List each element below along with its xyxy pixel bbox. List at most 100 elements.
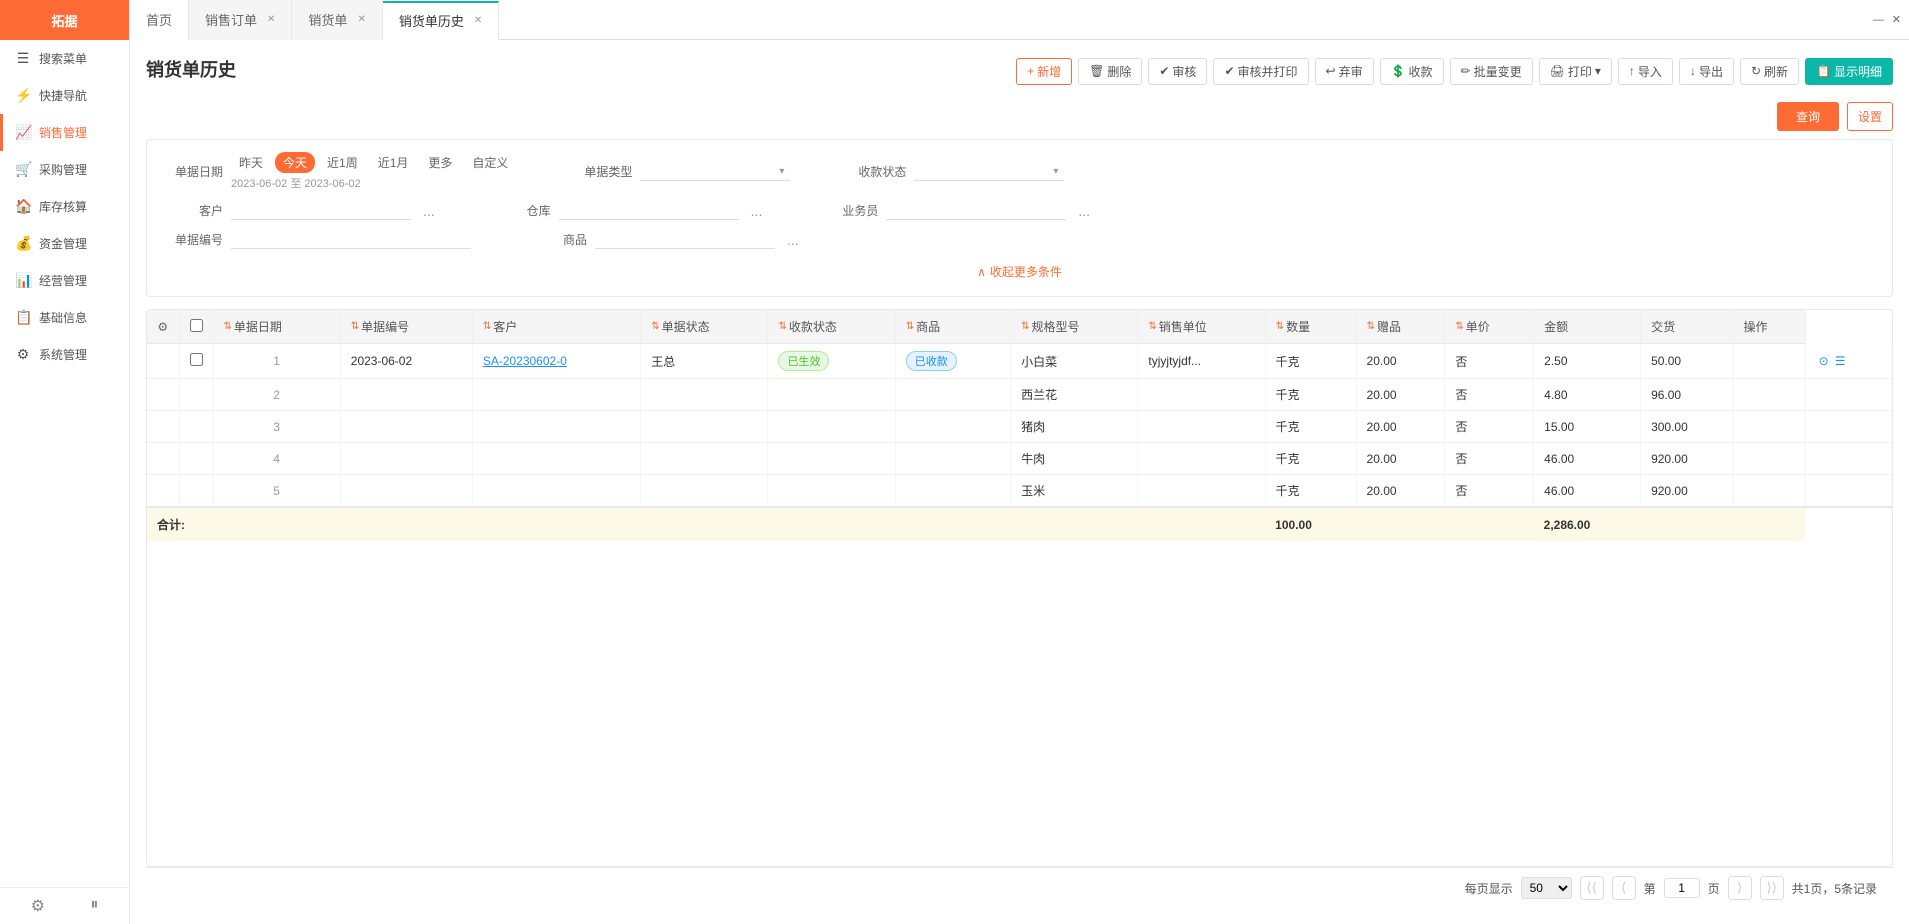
- print-button[interactable]: 🖨 打印 ▾: [1539, 58, 1612, 85]
- date-btn-more[interactable]: 更多: [420, 152, 460, 173]
- col-goods[interactable]: ⇅商品: [895, 310, 1010, 344]
- summary-end: [1641, 507, 1806, 541]
- staff-dots[interactable]: ...: [1078, 203, 1090, 219]
- sidebar-item-basic-info[interactable]: 📋 基础信息: [0, 299, 129, 336]
- col-unit-price[interactable]: ⇅单价: [1445, 310, 1534, 344]
- refresh-button[interactable]: ↻ 刷新: [1740, 58, 1799, 85]
- doc-type-select-wrapper: [640, 162, 790, 181]
- col-customer[interactable]: ⇅客户: [472, 310, 640, 344]
- row-checkbox: [179, 443, 213, 475]
- first-page-button[interactable]: ⟨⟨: [1580, 876, 1604, 900]
- batch-change-button[interactable]: ✏ 批量变更: [1450, 58, 1533, 85]
- sidebar-item-system-mgmt[interactable]: ⚙ 系统管理: [0, 336, 129, 373]
- filter-staff-item: 业务员 ...: [818, 201, 1090, 220]
- collect-button[interactable]: 💲 收款: [1380, 58, 1444, 85]
- sidebar-item-purchase-mgmt[interactable]: 🛒 采购管理: [0, 151, 129, 188]
- next-page-button[interactable]: ⟩: [1728, 876, 1752, 900]
- row-transaction: [1733, 379, 1805, 411]
- tab-home[interactable]: 首页: [130, 0, 189, 40]
- row-transaction: [1733, 344, 1805, 379]
- tab-sales-order[interactable]: 销售订单 ✕: [189, 0, 292, 40]
- row-spec: [1138, 411, 1265, 443]
- audit-print-button[interactable]: ✔ 审核并打印: [1213, 58, 1308, 85]
- import-button[interactable]: ↑ 导入: [1618, 58, 1673, 85]
- tab-sales-delivery-close[interactable]: ✕: [357, 14, 365, 25]
- date-btn-last7[interactable]: 近1周: [319, 152, 366, 173]
- row-spec: [1138, 443, 1265, 475]
- window-close-icon[interactable]: ✕: [1892, 13, 1901, 26]
- settings-button[interactable]: 设置: [1847, 102, 1893, 131]
- sidebar-item-sales-mgmt[interactable]: 📈 销售管理: [0, 114, 129, 151]
- customer-dots[interactable]: ...: [423, 203, 435, 219]
- warehouse-input[interactable]: [559, 201, 739, 220]
- date-btn-custom[interactable]: 自定义: [464, 152, 516, 173]
- tab-sales-history[interactable]: 销货单历史 ✕: [383, 1, 499, 41]
- tab-sales-history-close[interactable]: ✕: [474, 15, 482, 26]
- row-num: 3: [213, 411, 340, 443]
- basic-info-icon: 📋: [15, 309, 31, 326]
- view-action[interactable]: ⊙: [1819, 354, 1829, 368]
- table-footer: 合计: 100.00 2,286.00: [147, 507, 1892, 541]
- finance-mgmt-icon: 💰: [15, 235, 31, 252]
- last-page-button[interactable]: ⟩⟩: [1760, 876, 1784, 900]
- goods-input[interactable]: [595, 230, 775, 249]
- doc-no-link[interactable]: SA-20230602-0: [483, 354, 567, 368]
- row-sales-unit: 千克: [1265, 443, 1356, 475]
- abandon-button[interactable]: ↩ 弃审: [1315, 58, 1374, 85]
- select-all-checkbox[interactable]: [190, 319, 203, 332]
- query-button[interactable]: 查询: [1777, 102, 1839, 131]
- date-btn-today[interactable]: 今天: [275, 152, 315, 173]
- page-size-select[interactable]: 50 10 20 100: [1521, 877, 1572, 899]
- doc-type-select[interactable]: [640, 162, 790, 181]
- row-select-checkbox[interactable]: [190, 353, 203, 366]
- col-doc-date[interactable]: ⇅单据日期: [213, 310, 340, 344]
- customer-input[interactable]: [231, 201, 411, 220]
- prev-page-button[interactable]: ⟨: [1612, 876, 1636, 900]
- col-quantity[interactable]: ⇅数量: [1265, 310, 1356, 344]
- date-btn-last1m[interactable]: 近1月: [370, 152, 417, 173]
- col-collect-status[interactable]: ⇅收款状态: [768, 310, 895, 344]
- warehouse-dots[interactable]: ...: [751, 203, 763, 219]
- sidebar-item-inventory-calc[interactable]: 🏠 库存核算: [0, 188, 129, 225]
- col-gift[interactable]: ⇅赠品: [1356, 310, 1445, 344]
- export-button[interactable]: ↓ 导出: [1679, 58, 1734, 85]
- show-detail-button[interactable]: 📋 显示明细: [1805, 58, 1893, 85]
- add-button[interactable]: + 新增: [1016, 58, 1072, 85]
- row-spec: [1138, 475, 1265, 508]
- sidebar-item-quick-nav[interactable]: ⚡ 快捷导航: [0, 77, 129, 114]
- pagination: 每页显示 50 10 20 100 ⟨⟨ ⟨ 第 页 ⟩ ⟩⟩ 共1页，5条记录: [146, 867, 1893, 908]
- staff-input[interactable]: [886, 201, 1066, 220]
- col-doc-no[interactable]: ⇅单据编号: [340, 310, 472, 344]
- row-settings: [147, 411, 179, 443]
- more-action[interactable]: ☰: [1835, 354, 1846, 368]
- doc-no-input[interactable]: [231, 230, 471, 249]
- col-spec[interactable]: ⇅规格型号: [1011, 310, 1138, 344]
- col-settings[interactable]: ⚙: [147, 310, 179, 344]
- row-customer: [641, 411, 768, 443]
- settings-bottom-icon[interactable]: ⚙: [31, 896, 45, 916]
- collect-status-select[interactable]: [914, 162, 1064, 181]
- col-sales-unit[interactable]: ⇅销售单位: [1138, 310, 1265, 344]
- row-amount: 920.00: [1641, 443, 1733, 475]
- delete-button[interactable]: 🗑 删除: [1078, 58, 1142, 85]
- pause-icon[interactable]: ⏸: [90, 896, 98, 916]
- goods-dots[interactable]: ...: [787, 232, 799, 248]
- date-btn-yesterday[interactable]: 昨天: [231, 152, 271, 173]
- row-num: 4: [213, 443, 340, 475]
- row-transaction: [1733, 411, 1805, 443]
- filter-doc-no-label: 单据编号: [163, 231, 223, 248]
- window-minimize-icon[interactable]: —: [1873, 14, 1884, 26]
- sidebar-item-operations-mgmt[interactable]: 📊 经营管理: [0, 262, 129, 299]
- tab-sales-order-close[interactable]: ✕: [267, 14, 275, 25]
- tab-home-label: 首页: [146, 10, 172, 29]
- sidebar-item-search-menu[interactable]: ☰ 搜索菜单: [0, 40, 129, 77]
- tab-sales-delivery[interactable]: 销货单 ✕: [292, 0, 382, 40]
- col-doc-status[interactable]: ⇅单据状态: [641, 310, 768, 344]
- page-number-input[interactable]: [1664, 878, 1700, 898]
- row-doc-no: SA-20230602-0: [472, 344, 640, 379]
- collapse-button[interactable]: ∧ 收起更多条件: [163, 259, 1876, 284]
- table-row: 5 玉米 千克 20.00 否 46.00 920.00: [147, 475, 1892, 508]
- sidebar-item-finance-mgmt[interactable]: 💰 资金管理: [0, 225, 129, 262]
- audit-button[interactable]: ✔ 审核: [1148, 58, 1207, 85]
- export-icon: ↓: [1690, 64, 1696, 78]
